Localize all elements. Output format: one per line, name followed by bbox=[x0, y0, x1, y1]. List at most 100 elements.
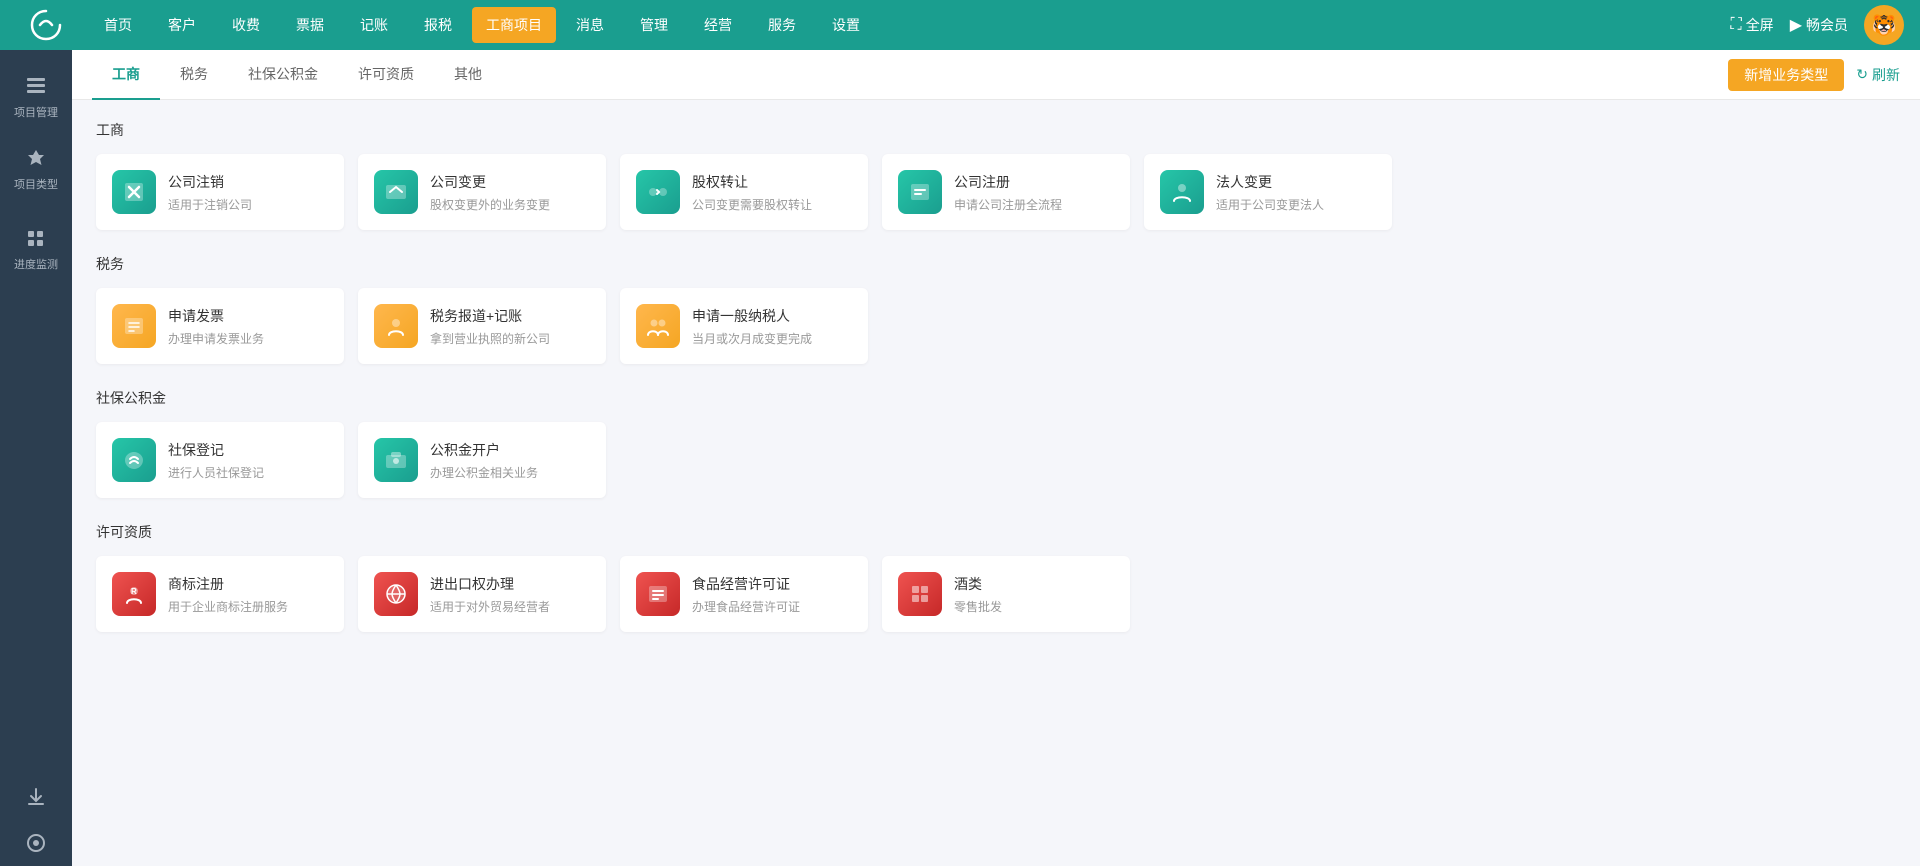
svg-text:R: R bbox=[131, 587, 137, 596]
tab-bar: 工商 税务 社保公积金 许可资质 其他 新增业务类型 ↻ 刷新 bbox=[72, 50, 1920, 100]
card-title-legal-change: 法人变更 bbox=[1216, 172, 1324, 192]
card-apply-invoice[interactable]: 申请发票 办理申请发票业务 bbox=[96, 288, 344, 364]
cards-shebao: 社保登记 进行人员社保登记 公积金 bbox=[96, 422, 1896, 498]
card-title-import-export: 进出口权办理 bbox=[430, 574, 550, 594]
card-icon-trademark: R bbox=[112, 572, 156, 616]
sidebar-download[interactable] bbox=[0, 774, 72, 820]
card-text-tax-report: 税务报道+记账 拿到营业执照的新公司 bbox=[430, 306, 550, 347]
card-tax-report[interactable]: 税务报道+记账 拿到营业执照的新公司 bbox=[358, 288, 606, 364]
nav-customer[interactable]: 客户 bbox=[150, 0, 214, 50]
card-title-food-license: 食品经营许可证 bbox=[692, 574, 800, 594]
card-icon-company-register bbox=[898, 170, 942, 214]
card-legal-change[interactable]: 法人变更 适用于公司变更法人 bbox=[1144, 154, 1392, 230]
mascot-avatar[interactable]: 🐯 bbox=[1864, 5, 1904, 45]
section-xuke: 许可资质 R 商标注册 用于企业商标注册服务 bbox=[96, 522, 1896, 632]
new-type-button[interactable]: 新增业务类型 bbox=[1728, 59, 1844, 91]
card-desc-food-license: 办理食品经营许可证 bbox=[692, 598, 800, 615]
sidebar-label-project-type: 项目类型 bbox=[14, 176, 58, 192]
card-icon-food-license bbox=[636, 572, 680, 616]
card-desc-provident-fund: 办理公积金相关业务 bbox=[430, 464, 538, 481]
card-company-change[interactable]: 公司变更 股权变更外的业务变更 bbox=[358, 154, 606, 230]
card-provident-fund[interactable]: 公积金开户 办理公积金相关业务 bbox=[358, 422, 606, 498]
cards-shuiwu: 申请发票 办理申请发票业务 税务报道+记账 bbox=[96, 288, 1896, 364]
card-liquor[interactable]: 酒类 零售批发 bbox=[882, 556, 1130, 632]
card-icon-tax-report bbox=[374, 304, 418, 348]
card-desc-equity-transfer: 公司变更需要股权转让 bbox=[692, 196, 812, 213]
card-title-equity-transfer: 股权转让 bbox=[692, 172, 812, 192]
card-text-provident-fund: 公积金开户 办理公积金相关业务 bbox=[430, 440, 538, 481]
card-company-cancel[interactable]: 公司注销 适用于注销公司 bbox=[96, 154, 344, 230]
vip-label: 畅会员 bbox=[1806, 15, 1848, 35]
section-shuiwu: 税务 申请发票 办理申请发票业务 bbox=[96, 254, 1896, 364]
card-icon-company-cancel bbox=[112, 170, 156, 214]
vip-btn[interactable]: ▶ 畅会员 bbox=[1790, 15, 1848, 35]
nav-home[interactable]: 首页 bbox=[86, 0, 150, 50]
content-area: 工商 税务 社保公积金 许可资质 其他 新增业务类型 ↻ 刷新 工商 bbox=[72, 50, 1920, 866]
card-desc-company-change: 股权变更外的业务变更 bbox=[430, 196, 550, 213]
nav-items: 首页 客户 收费 票据 记账 报税 工商项目 消息 管理 经营 服务 设置 bbox=[86, 0, 1730, 50]
project-type-icon bbox=[22, 144, 50, 172]
sidebar-settings[interactable] bbox=[0, 820, 72, 866]
card-import-export[interactable]: 进出口权办理 适用于对外贸易经营者 bbox=[358, 556, 606, 632]
logo[interactable] bbox=[16, 7, 76, 43]
card-general-taxpayer[interactable]: 申请一般纳税人 当月或次月成变更完成 bbox=[620, 288, 868, 364]
tab-business[interactable]: 工商 bbox=[92, 50, 160, 100]
card-company-register[interactable]: 公司注册 申请公司注册全流程 bbox=[882, 154, 1130, 230]
card-desc-apply-invoice: 办理申请发票业务 bbox=[168, 330, 264, 347]
section-title-shebao: 社保公积金 bbox=[96, 388, 1896, 408]
tab-actions: 新增业务类型 ↻ 刷新 bbox=[1728, 59, 1900, 91]
card-social-insurance[interactable]: 社保登记 进行人员社保登记 bbox=[96, 422, 344, 498]
nav-invoice[interactable]: 票据 bbox=[278, 0, 342, 50]
tab-license[interactable]: 许可资质 bbox=[338, 50, 434, 100]
card-food-license[interactable]: 食品经营许可证 办理食品经营许可证 bbox=[620, 556, 868, 632]
tab-tax[interactable]: 税务 bbox=[160, 50, 228, 100]
tab-social-insurance[interactable]: 社保公积金 bbox=[228, 50, 338, 100]
card-text-general-taxpayer: 申请一般纳税人 当月或次月成变更完成 bbox=[692, 306, 812, 347]
refresh-button[interactable]: ↻ 刷新 bbox=[1856, 65, 1900, 85]
card-icon-social-insurance bbox=[112, 438, 156, 482]
nav-fee[interactable]: 收费 bbox=[214, 0, 278, 50]
fullscreen-icon: ⛶ bbox=[1730, 16, 1741, 34]
card-trademark[interactable]: R 商标注册 用于企业商标注册服务 bbox=[96, 556, 344, 632]
card-icon-provident-fund bbox=[374, 438, 418, 482]
card-desc-company-register: 申请公司注册全流程 bbox=[954, 196, 1062, 213]
nav-accounting[interactable]: 记账 bbox=[342, 0, 406, 50]
card-text-import-export: 进出口权办理 适用于对外贸易经营者 bbox=[430, 574, 550, 615]
nav-manage[interactable]: 管理 bbox=[622, 0, 686, 50]
nav-settings[interactable]: 设置 bbox=[814, 0, 878, 50]
main-layout: 项目管理 项目类型 进度监测 bbox=[0, 50, 1920, 866]
card-desc-general-taxpayer: 当月或次月成变更完成 bbox=[692, 330, 812, 347]
card-title-tax-report: 税务报道+记账 bbox=[430, 306, 550, 326]
tab-other[interactable]: 其他 bbox=[434, 50, 502, 100]
sidebar-item-project-manage[interactable]: 项目管理 bbox=[0, 60, 72, 132]
card-desc-social-insurance: 进行人员社保登记 bbox=[168, 464, 264, 481]
nav-message[interactable]: 消息 bbox=[558, 0, 622, 50]
nav-service[interactable]: 服务 bbox=[750, 0, 814, 50]
card-title-liquor: 酒类 bbox=[954, 574, 1002, 594]
card-text-equity-transfer: 股权转让 公司变更需要股权转让 bbox=[692, 172, 812, 213]
sidebar-item-progress[interactable]: 进度监测 bbox=[0, 212, 72, 284]
refresh-icon: ↻ bbox=[1856, 66, 1868, 83]
card-desc-tax-report: 拿到营业执照的新公司 bbox=[430, 330, 550, 347]
card-text-company-cancel: 公司注销 适用于注销公司 bbox=[168, 172, 252, 213]
card-desc-company-cancel: 适用于注销公司 bbox=[168, 196, 252, 213]
nav-operate[interactable]: 经营 bbox=[686, 0, 750, 50]
fullscreen-btn[interactable]: ⛶ 全屏 bbox=[1730, 15, 1773, 35]
project-manage-icon bbox=[22, 72, 50, 100]
nav-tax[interactable]: 报税 bbox=[406, 0, 470, 50]
sidebar-item-project-type[interactable]: 项目类型 bbox=[0, 132, 72, 204]
nav-business[interactable]: 工商项目 bbox=[472, 7, 556, 43]
card-title-trademark: 商标注册 bbox=[168, 574, 288, 594]
card-equity-transfer[interactable]: 股权转让 公司变更需要股权转让 bbox=[620, 154, 868, 230]
card-text-legal-change: 法人变更 适用于公司变更法人 bbox=[1216, 172, 1324, 213]
card-icon-company-change bbox=[374, 170, 418, 214]
card-icon-liquor bbox=[898, 572, 942, 616]
card-text-social-insurance: 社保登记 进行人员社保登记 bbox=[168, 440, 264, 481]
card-text-company-register: 公司注册 申请公司注册全流程 bbox=[954, 172, 1062, 213]
nav-right: ⛶ 全屏 ▶ 畅会员 🐯 bbox=[1730, 5, 1904, 45]
section-shebao: 社保公积金 社保登记 进行人员社保登记 bbox=[96, 388, 1896, 498]
content-scroll[interactable]: 工商 公司注销 适用于注销公司 bbox=[72, 100, 1920, 866]
card-icon-legal-change bbox=[1160, 170, 1204, 214]
card-title-general-taxpayer: 申请一般纳税人 bbox=[692, 306, 812, 326]
cards-xuke: R 商标注册 用于企业商标注册服务 bbox=[96, 556, 1896, 632]
